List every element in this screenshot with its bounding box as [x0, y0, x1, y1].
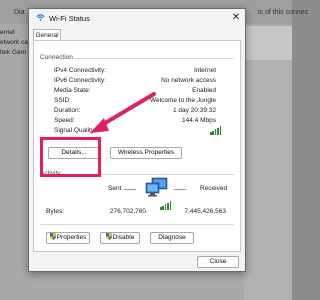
pointer-arrow-icon — [90, 92, 156, 133]
